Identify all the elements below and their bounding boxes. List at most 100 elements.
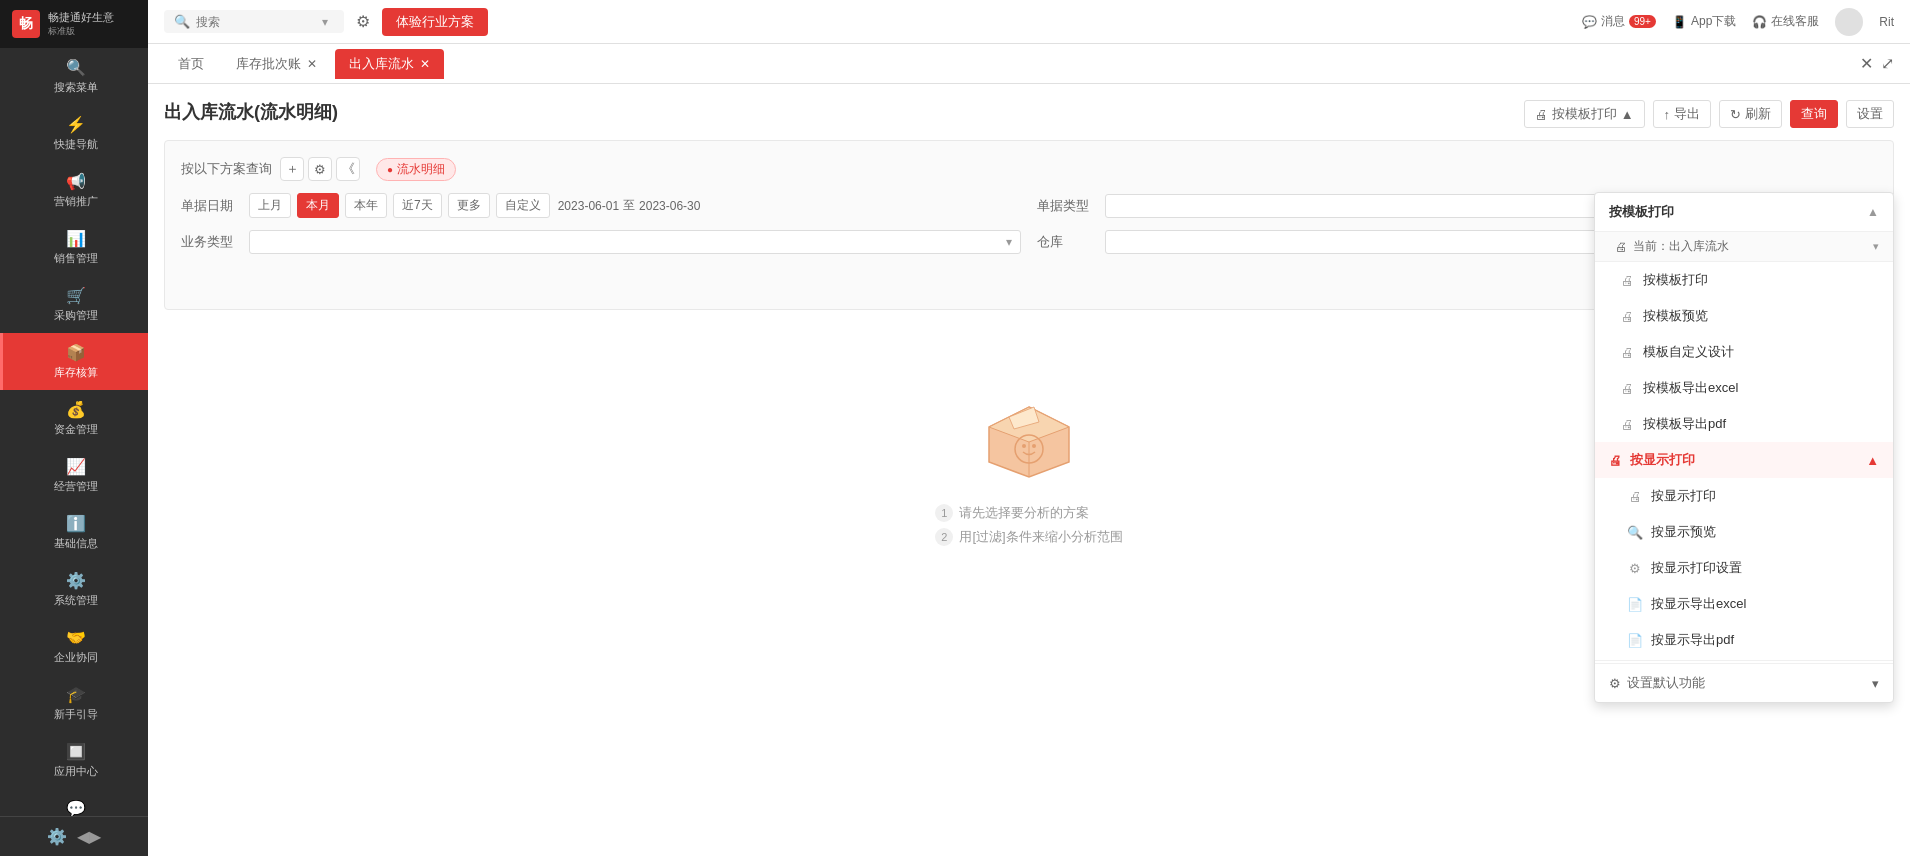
dropdown-icon-template-export-excel: 🖨 — [1619, 380, 1635, 396]
export-icon: ↑ — [1664, 107, 1671, 122]
sidebar-item-app-center[interactable]: 🔲 应用中心 — [0, 732, 148, 789]
biz-type-select[interactable]: ▾ — [249, 230, 1021, 254]
tab-batch-account[interactable]: 库存批次账 ✕ — [222, 49, 331, 79]
sidebar-item-quick-nav[interactable]: ⚡ 快捷导航 — [0, 105, 148, 162]
template-print-button[interactable]: 🖨 按模板打印 ▲ — [1524, 100, 1645, 128]
dropdown-item-display-preview[interactable]: 🔍 按显示预览 — [1595, 514, 1893, 550]
dropdown-icon-template-print: 🖨 — [1619, 272, 1635, 288]
date-btn-近7天[interactable]: 近7天 — [393, 193, 442, 218]
sidebar-label-inventory: 库存核算 — [54, 365, 98, 380]
collapse-icon[interactable]: ◀▶ — [77, 827, 101, 846]
dropdown-item-display-print-settings[interactable]: ⚙ 按显示打印设置 — [1595, 550, 1893, 586]
footer-label: 设置默认功能 — [1627, 674, 1705, 692]
top-header: 🔍 ▾ ⚙ 体验行业方案 💬 消息 99+ 📱 App下载 🎧 — [148, 0, 1910, 44]
search-actions: 按以下方案查询 ＋ ⚙ 《 — [181, 157, 360, 181]
sidebar-icon-basic-info: ℹ️ — [66, 514, 86, 533]
tab-home[interactable]: 首页 — [164, 49, 218, 79]
sidebar-item-sales[interactable]: 📊 销售管理 — [0, 219, 148, 276]
sidebar-item-purchase[interactable]: 🛒 采购管理 — [0, 276, 148, 333]
tab-label-home: 首页 — [178, 55, 204, 73]
dropdown-group-2: 🖨 按显示打印 🔍 按显示预览 ⚙ 按显示打印设置 📄 按显示导出excel 📄… — [1595, 478, 1893, 658]
header-search-box[interactable]: 🔍 ▾ — [164, 10, 344, 33]
dropdown-item-display-print[interactable]: 🖨 按显示打印 — [1595, 478, 1893, 514]
dropdown-footer[interactable]: ⚙ 设置默认功能 ▾ — [1595, 663, 1893, 702]
search-input[interactable] — [196, 15, 316, 29]
username-label[interactable]: Rit — [1879, 15, 1894, 29]
page-header-actions: 🖨 按模板打印 ▲ ↑ 导出 ↻ 刷新 查询 设置 — [1524, 100, 1894, 128]
tab-close-all-button[interactable]: ✕ — [1860, 54, 1873, 73]
dropdown-header: 按模板打印 ▲ — [1595, 193, 1893, 232]
dropdown-item-template-export-excel[interactable]: 🖨 按模板导出excel — [1595, 370, 1893, 406]
dropdown-item-template-preview[interactable]: 🖨 按模板预览 — [1595, 298, 1893, 334]
empty-hint-2: 2 用[过滤]条件来缩小分析范围 — [935, 528, 1122, 546]
dropdown-item-template-custom[interactable]: 🖨 模板自定义设计 — [1595, 334, 1893, 370]
date-btn-更多[interactable]: 更多 — [448, 193, 490, 218]
sidebar-label-guide: 新手引导 — [54, 707, 98, 722]
query-button[interactable]: 查询 — [1790, 100, 1838, 128]
date-btn-自定义[interactable]: 自定义 — [496, 193, 550, 218]
sidebar-item-operations[interactable]: 📈 经营管理 — [0, 447, 148, 504]
dropdown-section-display[interactable]: 🖨 按显示打印 ▲ — [1595, 442, 1893, 478]
tab-inout-flow[interactable]: 出入库流水✕ — [335, 49, 444, 79]
sidebar-icon-wechat: 💬 — [66, 799, 86, 816]
sidebar-item-system[interactable]: ⚙️ 系统管理 — [0, 561, 148, 618]
dropdown-label-display-print: 按显示打印 — [1651, 487, 1716, 505]
search-dropdown-icon[interactable]: ▾ — [322, 15, 328, 29]
date-btn-上月[interactable]: 上月 — [249, 193, 291, 218]
dropdown-close-arrow[interactable]: ▲ — [1867, 205, 1879, 219]
add-condition-button[interactable]: ＋ — [280, 157, 304, 181]
search-label: 按以下方案查询 — [181, 160, 272, 178]
app-download-button[interactable]: 📱 App下载 — [1672, 13, 1736, 30]
hint-text-1: 请先选择要分析的方案 — [959, 504, 1089, 522]
settings-button[interactable]: 设置 — [1846, 100, 1894, 128]
export-button[interactable]: ↑ 导出 — [1653, 100, 1712, 128]
dropdown-item-display-export-pdf[interactable]: 📄 按显示导出pdf — [1595, 622, 1893, 658]
sidebar-label-sales: 销售管理 — [54, 251, 98, 266]
date-btn-本年[interactable]: 本年 — [345, 193, 387, 218]
header-gear-icon[interactable]: ⚙ — [356, 12, 370, 31]
date-picker-group: 上月本月本年近7天更多自定义 — [249, 193, 550, 218]
dropdown-item-template-export-pdf[interactable]: 🖨 按模板导出pdf — [1595, 406, 1893, 442]
sidebar-item-search[interactable]: 🔍 搜索菜单 — [0, 48, 148, 105]
dropdown-item-template-print[interactable]: 🖨 按模板打印 — [1595, 262, 1893, 298]
sidebar-item-finance[interactable]: 💰 资金管理 — [0, 390, 148, 447]
phone-icon: 📱 — [1672, 15, 1687, 29]
tab-close-batch-account[interactable]: ✕ — [307, 57, 317, 71]
tab-label-batch-account: 库存批次账 — [236, 55, 301, 73]
sidebar-icon-sales: 📊 — [66, 229, 86, 248]
sidebar-item-inventory[interactable]: 📦 库存核算 — [0, 333, 148, 390]
template-print-arrow-icon: ▲ — [1621, 107, 1634, 122]
sidebar-icon-marketing: 📢 — [66, 172, 86, 191]
date-separator: 至 — [623, 197, 635, 214]
message-button[interactable]: 💬 消息 99+ — [1582, 13, 1656, 30]
tab-close-inout-flow[interactable]: ✕ — [420, 57, 430, 71]
sidebar-label-marketing: 营销推广 — [54, 194, 98, 209]
sidebar-icon-finance: 💰 — [66, 400, 86, 419]
date-btn-本月[interactable]: 本月 — [297, 193, 339, 218]
current-arrow-icon[interactable]: ▾ — [1873, 240, 1879, 253]
dropdown-icon-template-custom: 🖨 — [1619, 344, 1635, 360]
sidebar-label-system: 系统管理 — [54, 593, 98, 608]
avatar[interactable] — [1835, 8, 1863, 36]
svg-point-6 — [1032, 444, 1036, 448]
date-range: 2023-06-01 至 2023-06-30 — [558, 197, 701, 214]
sidebar-item-basic-info[interactable]: ℹ️ 基础信息 — [0, 504, 148, 561]
dropdown-item-display-export-excel[interactable]: 📄 按显示导出excel — [1595, 586, 1893, 622]
sidebar-footer: ⚙️ ◀▶ — [0, 816, 148, 856]
dropdown-label-display-export-pdf: 按显示导出pdf — [1651, 631, 1734, 649]
dropdown-icon-display-preview: 🔍 — [1627, 524, 1643, 540]
trial-button[interactable]: 体验行业方案 — [382, 8, 488, 36]
sidebar-item-marketing[interactable]: 📢 营销推广 — [0, 162, 148, 219]
settings-icon[interactable]: ⚙️ — [47, 827, 67, 846]
settings-small-icon: ⚙ — [1609, 676, 1621, 691]
tab-expand-button[interactable]: ⤢ — [1881, 54, 1894, 73]
condition-settings-button[interactable]: ⚙ — [308, 157, 332, 181]
online-service-button[interactable]: 🎧 在线客服 — [1752, 13, 1819, 30]
sidebar-item-guide[interactable]: 🎓 新手引导 — [0, 675, 148, 732]
refresh-button[interactable]: ↻ 刷新 — [1719, 100, 1782, 128]
filter-tag[interactable]: ● 流水明细 — [376, 158, 456, 181]
dropdown-label-display-export-excel: 按显示导出excel — [1651, 595, 1746, 613]
collapse-conditions-button[interactable]: 《 — [336, 157, 360, 181]
sidebar-item-cooperation[interactable]: 🤝 企业协同 — [0, 618, 148, 675]
sidebar-item-wechat[interactable]: 💬 企业微信 — [0, 789, 148, 816]
